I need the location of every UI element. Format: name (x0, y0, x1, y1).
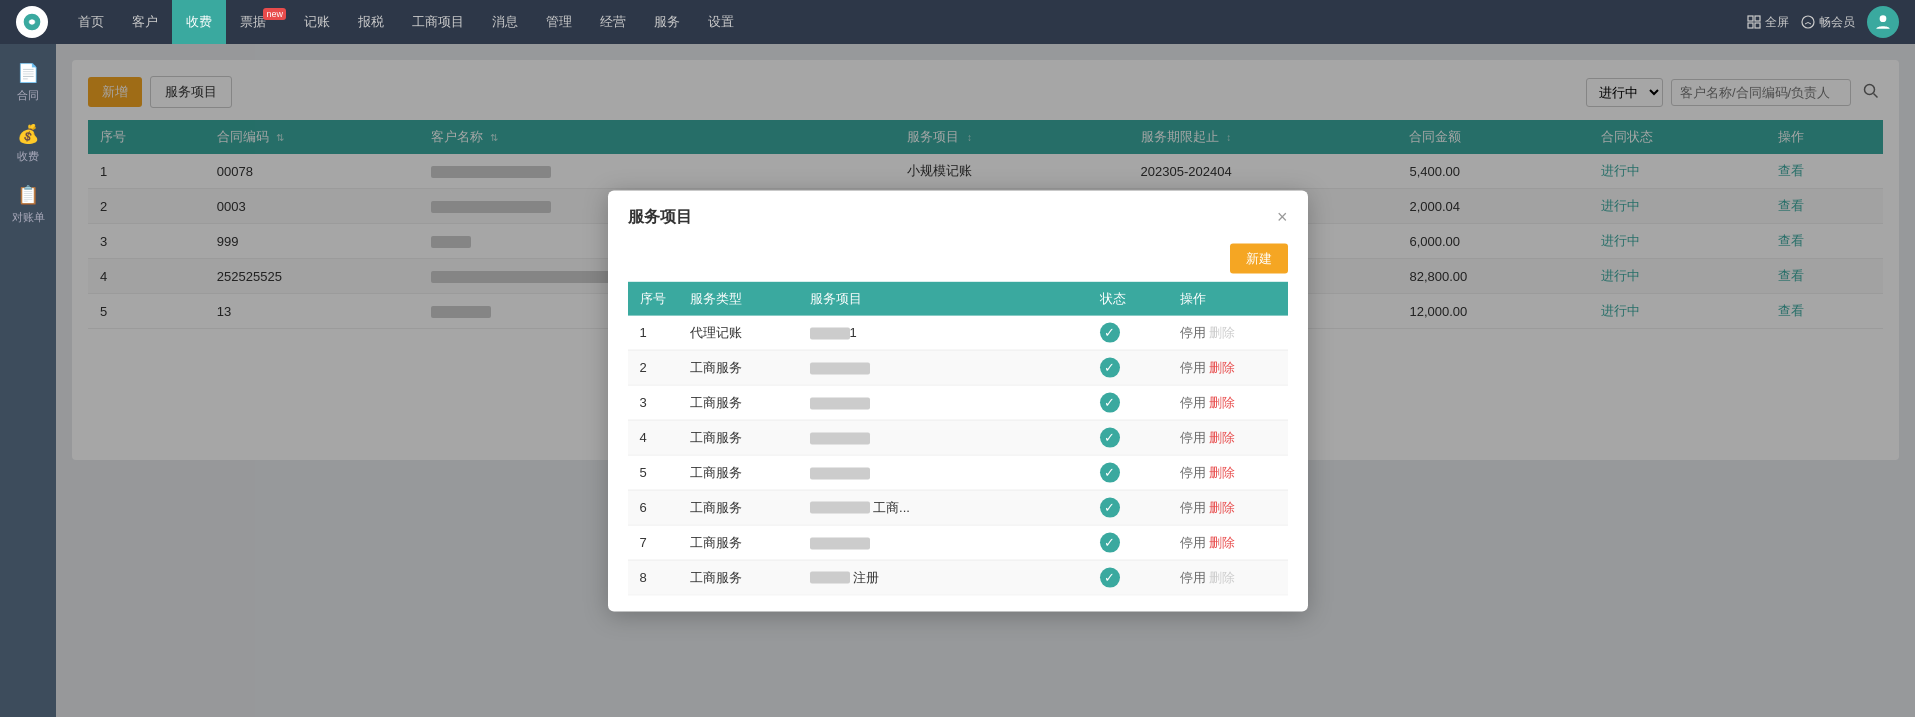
nav-home[interactable]: 首页 (64, 0, 118, 44)
modal-header: 服务项目 × (608, 190, 1308, 235)
stop-button[interactable]: 停用 (1180, 428, 1206, 446)
modal-scroll-area[interactable]: 序号 服务类型 服务项目 状态 操作 1 代理记账 1 ✓ 停用 (628, 281, 1288, 595)
modal-toolbar: 新建 (608, 235, 1308, 281)
modal-table-row: 1 代理记账 1 ✓ 停用 删除 (628, 315, 1288, 350)
status-check-icon: ✓ (1100, 497, 1120, 517)
sidebar-item-billing[interactable]: 💰 收费 (0, 113, 56, 174)
billing-icon: 💰 (17, 123, 39, 145)
svg-point-7 (1880, 15, 1887, 22)
top-nav: 首页 客户 收费 票据 new 记账 报税 工商项目 消息 管理 经营 服务 设… (0, 0, 1915, 44)
modal-col-type: 服务类型 (678, 281, 798, 315)
nav-customer[interactable]: 客户 (118, 0, 172, 44)
stop-button[interactable]: 停用 (1180, 498, 1206, 516)
sidebar-item-contract[interactable]: 📄 合同 (0, 52, 56, 113)
status-check-icon: ✓ (1100, 427, 1120, 447)
svg-rect-4 (1748, 23, 1753, 28)
delete-button[interactable]: 删除 (1209, 358, 1235, 376)
stop-button[interactable]: 停用 (1180, 323, 1206, 341)
svg-rect-5 (1755, 23, 1760, 28)
app-logo[interactable] (16, 6, 48, 38)
stop-button[interactable]: 停用 (1180, 533, 1206, 551)
svg-rect-3 (1755, 16, 1760, 21)
stop-button[interactable]: 停用 (1180, 393, 1206, 411)
modal-new-button[interactable]: 新建 (1230, 243, 1288, 273)
modal-col-item: 服务项目 (798, 281, 1088, 315)
nav-settings[interactable]: 设置 (694, 0, 748, 44)
stop-button[interactable]: 停用 (1180, 358, 1206, 376)
new-badge: new (263, 8, 286, 20)
user-avatar[interactable] (1867, 6, 1899, 38)
delete-button[interactable]: 删除 (1209, 498, 1235, 516)
member-label: 畅会员 (1819, 14, 1855, 31)
nav-service[interactable]: 服务 (640, 0, 694, 44)
modal-col-seq: 序号 (628, 281, 678, 315)
stop-button[interactable]: 停用 (1180, 463, 1206, 481)
status-check-icon: ✓ (1100, 322, 1120, 342)
statement-icon: 📋 (17, 184, 39, 206)
delete-button[interactable]: 删除 (1209, 393, 1235, 411)
nav-items: 首页 客户 收费 票据 new 记账 报税 工商项目 消息 管理 经营 服务 设… (64, 0, 1747, 44)
nav-billing[interactable]: 收费 (172, 0, 226, 44)
status-check-icon: ✓ (1100, 357, 1120, 377)
modal-title: 服务项目 (628, 206, 692, 227)
modal-table-row: 4 工商服务 ✓ 停用 删除 (628, 420, 1288, 455)
status-check-icon: ✓ (1100, 567, 1120, 587)
modal-table-row: 7 工商服务 ✓ 停用 删除 (628, 525, 1288, 560)
delete-button-disabled: 删除 (1209, 568, 1235, 586)
nav-right: 全屏 畅会员 (1747, 6, 1899, 38)
sidebar-contract-label: 合同 (17, 88, 39, 103)
sidebar: 📄 合同 💰 收费 📋 对账单 (0, 44, 56, 717)
contract-icon: 📄 (17, 62, 39, 84)
modal-table-row: 3 工商服务 ✓ 停用 删除 (628, 385, 1288, 420)
nav-bookkeeping[interactable]: 记账 (290, 0, 344, 44)
fullscreen-btn[interactable]: 全屏 (1747, 14, 1789, 31)
sidebar-item-statement[interactable]: 📋 对账单 (0, 174, 56, 235)
service-item-modal: 服务项目 × 新建 序号 服务类型 服务项目 状态 操作 1 (608, 190, 1308, 611)
stop-button[interactable]: 停用 (1180, 568, 1206, 586)
sidebar-billing-label: 收费 (17, 149, 39, 164)
delete-button-disabled: 删除 (1209, 323, 1235, 341)
fullscreen-label: 全屏 (1765, 14, 1789, 31)
modal-table-row: 6 工商服务 工商... ✓ 停用 删除 (628, 490, 1288, 525)
modal-table-row: 8 工商服务 注册 ✓ 停用 删除 (628, 560, 1288, 595)
modal-body: 序号 服务类型 服务项目 状态 操作 1 代理记账 1 ✓ 停用 (608, 281, 1308, 611)
status-check-icon: ✓ (1100, 462, 1120, 482)
nav-invoice[interactable]: 票据 new (226, 0, 290, 44)
modal-close-button[interactable]: × (1277, 208, 1288, 226)
nav-message[interactable]: 消息 (478, 0, 532, 44)
modal-col-action: 操作 (1168, 281, 1288, 315)
status-check-icon: ✓ (1100, 392, 1120, 412)
nav-management[interactable]: 管理 (532, 0, 586, 44)
modal-table-row: 5 工商服务 ✓ 停用 删除 (628, 455, 1288, 490)
svg-rect-2 (1748, 16, 1753, 21)
nav-operation[interactable]: 经营 (586, 0, 640, 44)
member-btn[interactable]: 畅会员 (1801, 14, 1855, 31)
sidebar-statement-label: 对账单 (12, 210, 45, 225)
nav-bizproject[interactable]: 工商项目 (398, 0, 478, 44)
delete-button[interactable]: 删除 (1209, 463, 1235, 481)
service-items-table: 序号 服务类型 服务项目 状态 操作 1 代理记账 1 ✓ 停用 (628, 281, 1288, 595)
modal-table-row: 2 工商服务 ✓ 停用 删除 (628, 350, 1288, 385)
svg-point-1 (30, 20, 35, 25)
modal-col-status: 状态 (1088, 281, 1168, 315)
delete-button[interactable]: 删除 (1209, 428, 1235, 446)
nav-tax[interactable]: 报税 (344, 0, 398, 44)
status-check-icon: ✓ (1100, 532, 1120, 552)
delete-button[interactable]: 删除 (1209, 533, 1235, 551)
